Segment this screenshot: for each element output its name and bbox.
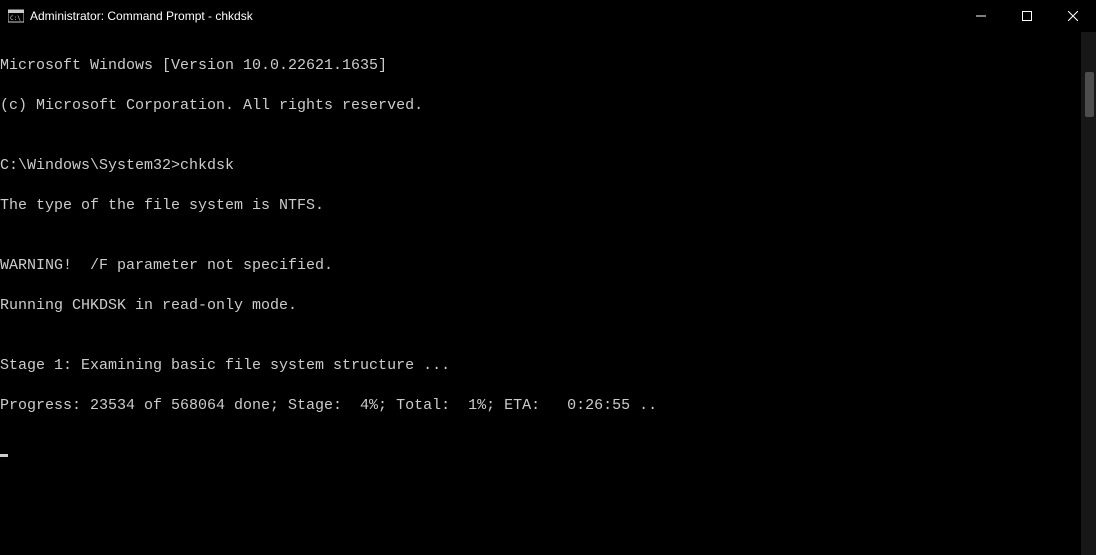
terminal-output[interactable]: Microsoft Windows [Version 10.0.22621.16… bbox=[0, 32, 1096, 555]
output-line: WARNING! /F parameter not specified. bbox=[0, 256, 1096, 276]
output-line: Microsoft Windows [Version 10.0.22621.16… bbox=[0, 56, 1096, 76]
maximize-button[interactable] bbox=[1004, 0, 1050, 32]
cmd-icon: C:\ bbox=[8, 8, 24, 24]
output-line: Stage 1: Examining basic file system str… bbox=[0, 356, 1096, 376]
minimize-button[interactable] bbox=[958, 0, 1004, 32]
titlebar-left: C:\ Administrator: Command Prompt - chkd… bbox=[8, 8, 253, 24]
prompt: C:\Windows\System32> bbox=[0, 157, 180, 174]
titlebar: C:\ Administrator: Command Prompt - chkd… bbox=[0, 0, 1096, 32]
window-controls bbox=[958, 0, 1096, 32]
scrollbar-thumb[interactable] bbox=[1085, 72, 1094, 117]
command-text: chkdsk bbox=[180, 157, 234, 174]
output-line: The type of the file system is NTFS. bbox=[0, 196, 1096, 216]
output-line: Progress: 23534 of 568064 done; Stage: 4… bbox=[0, 396, 1096, 416]
close-button[interactable] bbox=[1050, 0, 1096, 32]
cursor bbox=[0, 454, 8, 457]
output-line: (c) Microsoft Corporation. All rights re… bbox=[0, 96, 1096, 116]
svg-text:C:\: C:\ bbox=[10, 15, 21, 22]
scrollbar-track[interactable] bbox=[1081, 32, 1096, 555]
window-title: Administrator: Command Prompt - chkdsk bbox=[30, 9, 253, 23]
output-line: Running CHKDSK in read-only mode. bbox=[0, 296, 1096, 316]
prompt-line: C:\Windows\System32>chkdsk bbox=[0, 156, 1096, 176]
